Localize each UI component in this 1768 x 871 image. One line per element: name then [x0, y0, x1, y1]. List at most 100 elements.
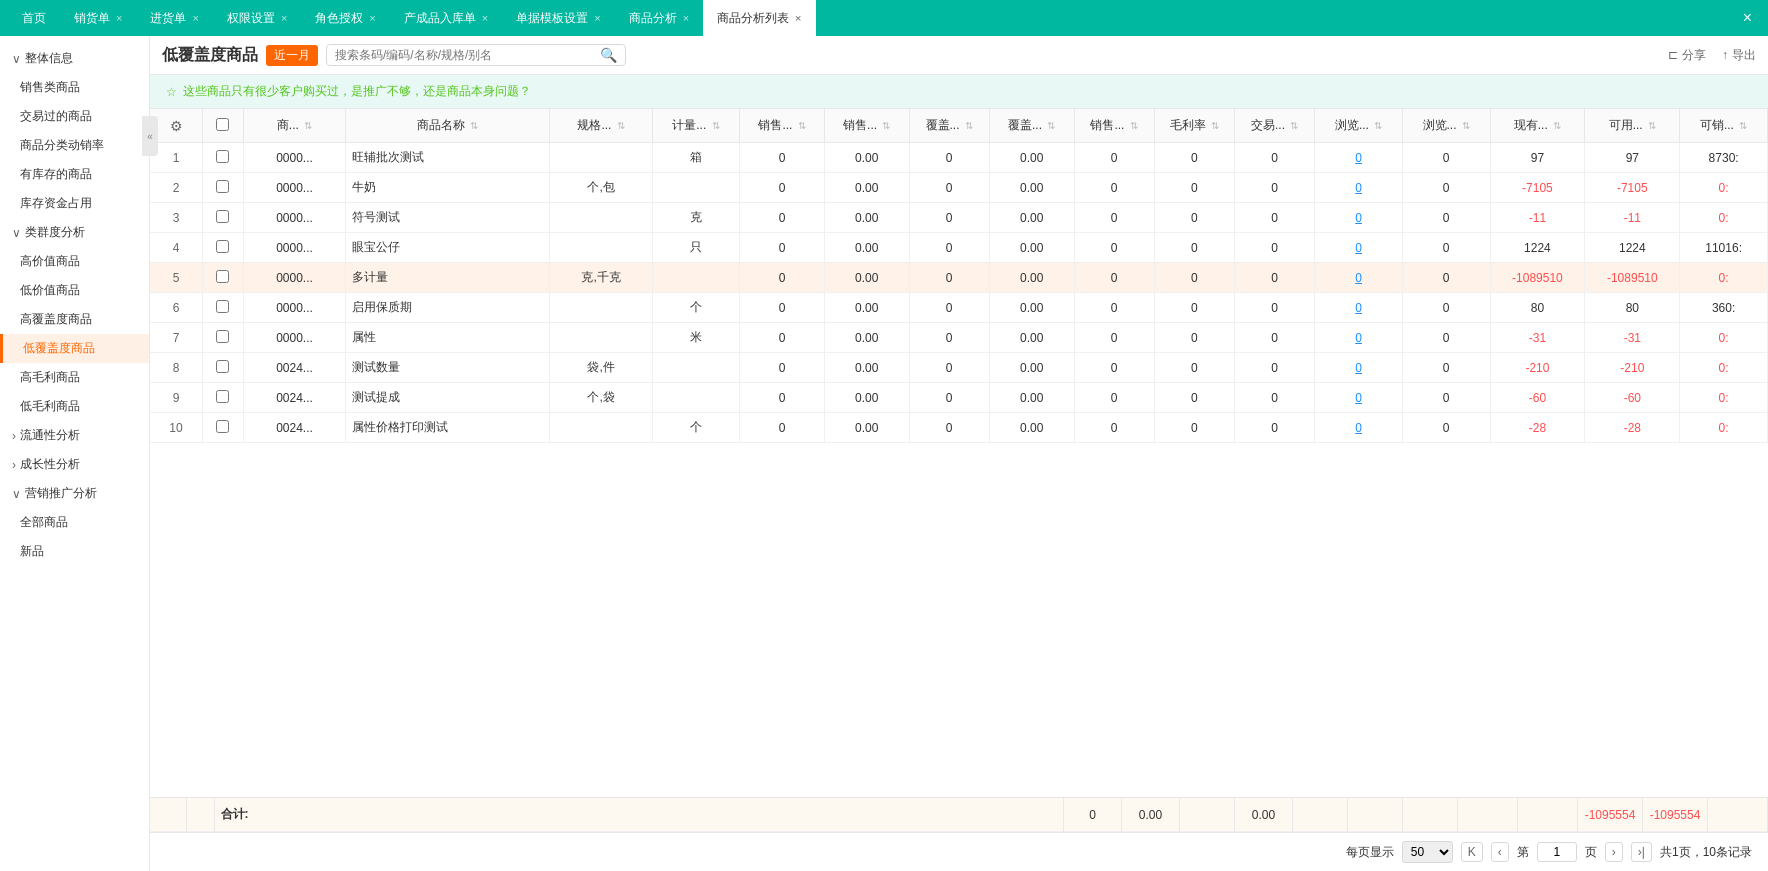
next-page-button[interactable]: › [1605, 842, 1623, 862]
cell-browse1[interactable]: 0 [1315, 233, 1403, 263]
column-settings-icon[interactable]: ⚙ [170, 118, 183, 134]
sidebar-collapse-button[interactable]: « [142, 116, 158, 156]
cell-browse1[interactable]: 0 [1315, 293, 1403, 323]
nav-template[interactable]: 单据模板设置 × [502, 0, 614, 36]
nav-home[interactable]: 首页 [8, 0, 60, 36]
cell-browse1[interactable]: 0 [1315, 413, 1403, 443]
cell-browse1[interactable]: 0 [1315, 383, 1403, 413]
content-header: 低覆盖度商品 近一月 🔍 ⊏ 分享 ↑ 导出 [150, 36, 1768, 75]
th-sales2[interactable]: 销售... ⇅ [824, 109, 909, 143]
sidebar-item-all-products[interactable]: 全部商品 [0, 508, 149, 537]
sidebar-item-in-stock[interactable]: 有库存的商品 [0, 160, 149, 189]
nav-close-sales-order[interactable]: × [116, 12, 122, 24]
th-sales3[interactable]: 销售... ⇅ [1074, 109, 1154, 143]
nav-close-product-inbound[interactable]: × [482, 12, 488, 24]
cell-trade: 0 [1235, 383, 1315, 413]
page-number-input[interactable] [1537, 842, 1577, 862]
window-close-button[interactable]: × [1735, 9, 1760, 27]
table-row: 10 0024... 属性价格打印测试 个 0 0.00 0 0.00 0 0 … [150, 413, 1768, 443]
cell-browse1[interactable]: 0 [1315, 323, 1403, 353]
first-page-button[interactable]: K [1461, 842, 1483, 862]
row-checkbox[interactable] [216, 330, 229, 343]
cell-coverage2: 0.00 [989, 413, 1074, 443]
last-page-button[interactable]: ›| [1631, 842, 1652, 862]
th-gross-margin[interactable]: 毛利率 ⇅ [1154, 109, 1234, 143]
nav-product-analysis-list[interactable]: 商品分析列表 × [703, 0, 815, 36]
nav-close-role-auth[interactable]: × [369, 12, 375, 24]
nav-product-inbound[interactable]: 产成品入库单 × [390, 0, 502, 36]
cell-unit: 箱 [652, 143, 740, 173]
sidebar-item-high-coverage[interactable]: 高覆盖度商品 [0, 305, 149, 334]
row-checkbox[interactable] [216, 270, 229, 283]
cell-browse1[interactable]: 0 [1315, 143, 1403, 173]
th-browse1[interactable]: 浏览... ⇅ [1315, 109, 1403, 143]
cell-current-stock: -60 [1490, 383, 1585, 413]
cell-available-stock: 1224 [1585, 233, 1680, 263]
sidebar-item-category-rate[interactable]: 商品分类动销率 [0, 131, 149, 160]
export-button[interactable]: ↑ 导出 [1722, 47, 1756, 64]
nav-product-analysis[interactable]: 商品分析 × [615, 0, 703, 36]
th-current-stock2[interactable]: 可用... ⇅ [1585, 109, 1680, 143]
cell-coverage1: 0 [909, 263, 989, 293]
row-checkbox[interactable] [216, 180, 229, 193]
nav-close-product-analysis[interactable]: × [683, 12, 689, 24]
sidebar-item-low-value[interactable]: 低价值商品 [0, 276, 149, 305]
sidebar-section-growth[interactable]: › 成长性分析 [0, 450, 149, 479]
th-browse2[interactable]: 浏览... ⇅ [1402, 109, 1490, 143]
cell-coverage1: 0 [909, 173, 989, 203]
sidebar-section-cluster[interactable]: ∨ 类群度分析 [0, 218, 149, 247]
row-checkbox[interactable] [216, 390, 229, 403]
sidebar-item-low-margin[interactable]: 低毛利商品 [0, 392, 149, 421]
row-checkbox[interactable] [216, 360, 229, 373]
cell-browse1[interactable]: 0 [1315, 263, 1403, 293]
cell-unit: 克 [652, 203, 740, 233]
sidebar-item-low-coverage[interactable]: 低覆盖度商品 [0, 334, 149, 363]
per-page-select[interactable]: 50 20 100 [1402, 841, 1453, 863]
star-icon: ☆ [166, 85, 177, 99]
cell-row-num: 2 [150, 173, 203, 203]
th-saleable[interactable]: 可销... ⇅ [1680, 109, 1768, 143]
nav-role-auth[interactable]: 角色授权 × [301, 0, 389, 36]
row-checkbox[interactable] [216, 210, 229, 223]
th-coverage2[interactable]: 覆盖... ⇅ [989, 109, 1074, 143]
nav-close-purchase-order[interactable]: × [192, 12, 198, 24]
nav-sales-order[interactable]: 销货单 × [60, 0, 136, 36]
share-button[interactable]: ⊏ 分享 [1668, 47, 1706, 64]
th-unit[interactable]: 计量... ⇅ [652, 109, 740, 143]
th-current-stock1[interactable]: 现有... ⇅ [1490, 109, 1585, 143]
row-checkbox[interactable] [216, 300, 229, 313]
th-name[interactable]: 商品名称 ⇅ [346, 109, 550, 143]
sidebar-item-high-value[interactable]: 高价值商品 [0, 247, 149, 276]
sidebar-item-stock-funds[interactable]: 库存资金占用 [0, 189, 149, 218]
sidebar-item-new-products[interactable]: 新品 [0, 537, 149, 566]
cell-browse1[interactable]: 0 [1315, 173, 1403, 203]
cell-available-stock: 97 [1585, 143, 1680, 173]
th-coverage1[interactable]: 覆盖... ⇅ [909, 109, 989, 143]
nav-close-template[interactable]: × [594, 12, 600, 24]
nav-permission[interactable]: 权限设置 × [213, 0, 301, 36]
nav-close-permission[interactable]: × [281, 12, 287, 24]
sidebar-section-marketing[interactable]: ∨ 营销推广分析 [0, 479, 149, 508]
th-spec[interactable]: 规格... ⇅ [550, 109, 652, 143]
select-all-checkbox[interactable] [216, 118, 229, 131]
sort-icon-name: ⇅ [470, 120, 478, 131]
sidebar-item-high-margin[interactable]: 高毛利商品 [0, 363, 149, 392]
prev-page-button[interactable]: ‹ [1491, 842, 1509, 862]
row-checkbox[interactable] [216, 420, 229, 433]
th-trade[interactable]: 交易... ⇅ [1235, 109, 1315, 143]
search-input[interactable] [335, 48, 600, 62]
nav-close-product-analysis-list[interactable]: × [795, 12, 801, 24]
sidebar-section-liquidity[interactable]: › 流通性分析 [0, 421, 149, 450]
row-checkbox[interactable] [216, 150, 229, 163]
th-code[interactable]: 商... ⇅ [243, 109, 345, 143]
row-checkbox[interactable] [216, 240, 229, 253]
cell-saleable: 0: [1680, 203, 1768, 233]
th-sales1[interactable]: 销售... ⇅ [740, 109, 825, 143]
period-button[interactable]: 近一月 [266, 45, 318, 66]
sidebar-section-overall[interactable]: ∨ 整体信息 [0, 44, 149, 73]
cell-browse1[interactable]: 0 [1315, 203, 1403, 233]
nav-purchase-order[interactable]: 进货单 × [136, 0, 212, 36]
sidebar-item-sales-products[interactable]: 销售类商品 [0, 73, 149, 102]
cell-browse1[interactable]: 0 [1315, 353, 1403, 383]
sidebar-item-traded-products[interactable]: 交易过的商品 [0, 102, 149, 131]
